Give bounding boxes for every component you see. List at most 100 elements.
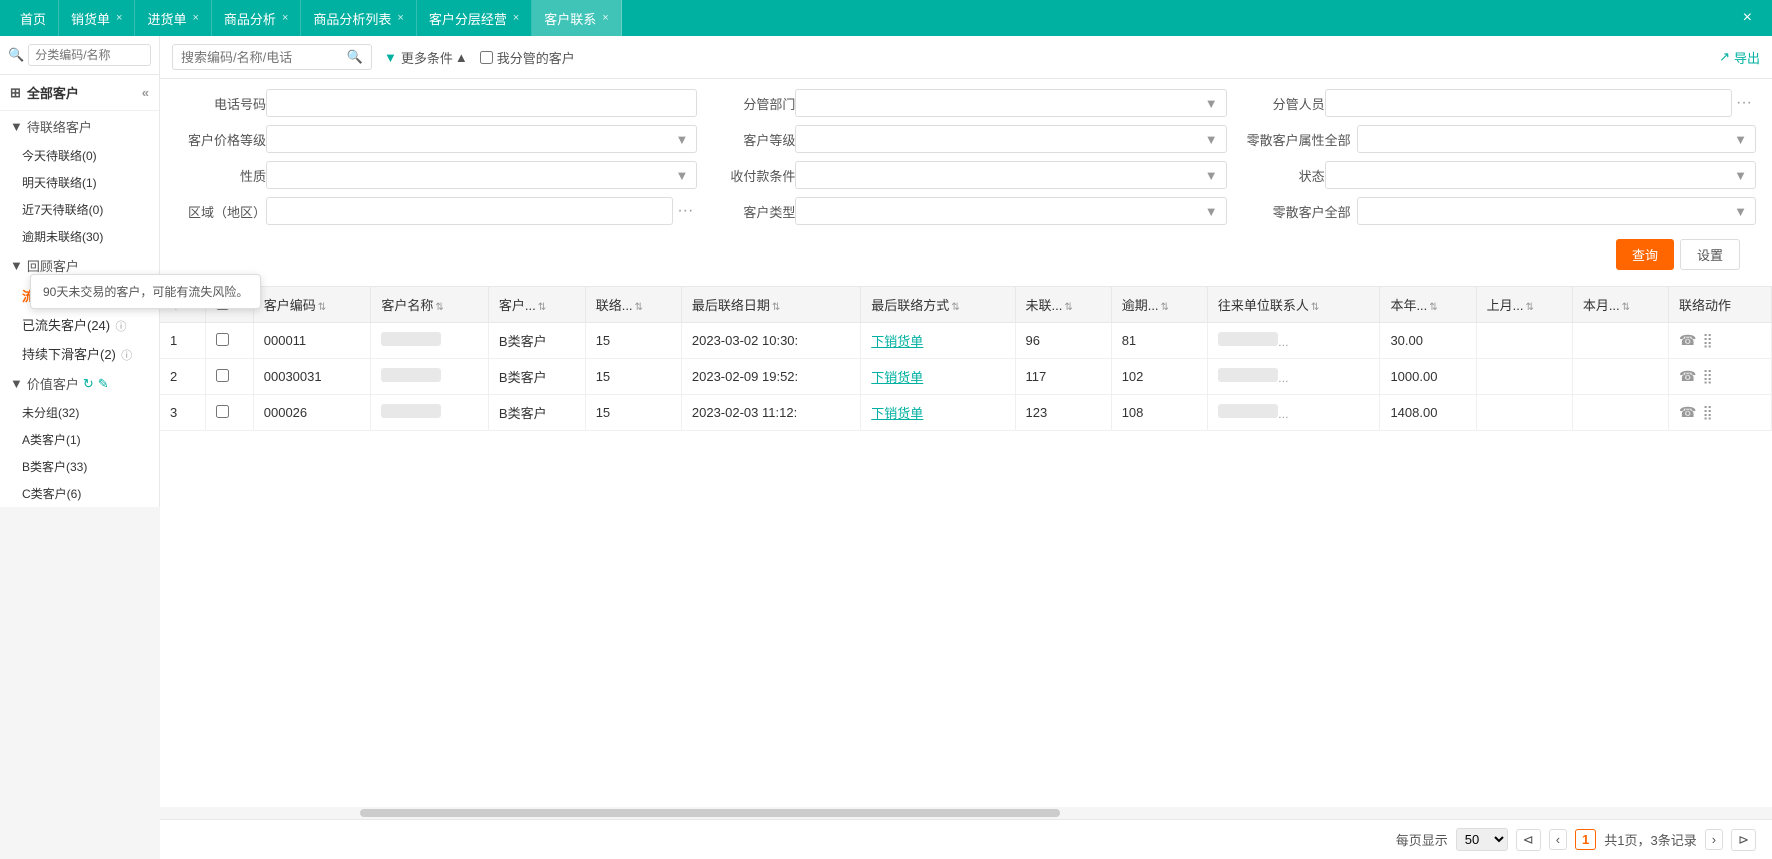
row3-more-action-icon[interactable]: ⣿ bbox=[1702, 404, 1712, 421]
horizontal-scrollbar[interactable] bbox=[160, 807, 1772, 819]
settings-btn[interactable]: 设置 bbox=[1680, 239, 1740, 270]
sort-type-icon: ⇅ bbox=[538, 302, 546, 313]
retail-attr-select[interactable]: ▼ bbox=[1357, 125, 1756, 153]
sidebar-item-a-class[interactable]: A类客户(1) bbox=[0, 426, 159, 453]
row1-method[interactable]: 下销货单 bbox=[861, 323, 1015, 359]
nav-tab-analysis[interactable]: 商品分析 × bbox=[212, 0, 301, 36]
region-more-btn[interactable]: ··· bbox=[673, 202, 697, 220]
edit-icon[interactable]: ✎ bbox=[98, 376, 109, 392]
payment-select[interactable]: ▼ bbox=[795, 161, 1226, 189]
row2-method[interactable]: 下销货单 bbox=[861, 359, 1015, 395]
search-input[interactable] bbox=[181, 50, 343, 65]
col-uncontacted[interactable]: 未联...⇅ bbox=[1015, 287, 1111, 323]
row2-actions-cell: ☎ ⣿ bbox=[1679, 368, 1761, 385]
close-sales-tab[interactable]: × bbox=[116, 12, 122, 24]
page-current: 1 bbox=[1575, 829, 1596, 850]
sidebar-item-overdue-contact[interactable]: 逾期未联络(30) bbox=[0, 223, 159, 250]
phone-input[interactable] bbox=[266, 89, 697, 117]
nav-tab-purchase[interactable]: 进货单 × bbox=[135, 0, 211, 36]
col-this-month[interactable]: 本月...⇅ bbox=[1572, 287, 1668, 323]
customer-type-select[interactable]: ▼ bbox=[795, 197, 1226, 225]
nature-select[interactable]: ▼ bbox=[266, 161, 697, 189]
page-first-btn[interactable]: ⊲ bbox=[1516, 829, 1541, 851]
export-btn[interactable]: ↗ 导出 bbox=[1719, 48, 1760, 67]
row3-method[interactable]: 下销货单 bbox=[861, 395, 1015, 431]
row2-select-checkbox[interactable] bbox=[216, 369, 229, 382]
row3-date: 2023-02-03 11:12: bbox=[681, 395, 860, 431]
sort-code-icon: ⇅ bbox=[318, 302, 326, 313]
sidebar-item-declining[interactable]: 持续下滑客户(2) ⓘ bbox=[0, 339, 159, 368]
section-pending-contact[interactable]: ▼ 待联络客户 bbox=[0, 111, 159, 142]
row1-method-link[interactable]: 下销货单 bbox=[871, 334, 923, 349]
col-last-contact-date[interactable]: 最后联络日期⇅ bbox=[681, 287, 860, 323]
nav-tab-customer-contact[interactable]: 客户联系 × bbox=[532, 0, 621, 36]
filter-icon: ▼ bbox=[384, 50, 397, 65]
nav-tab-customer-layer[interactable]: 客户分层经营 × bbox=[417, 0, 532, 36]
price-level-label: 客户价格等级 bbox=[176, 130, 266, 149]
nav-home[interactable]: 首页 bbox=[8, 0, 59, 36]
filter-col-nature: 性质 ▼ bbox=[176, 161, 697, 189]
refresh-icon[interactable]: ↻ bbox=[83, 376, 94, 392]
col-last-contact-method[interactable]: 最后联络方式⇅ bbox=[861, 287, 1015, 323]
region-select[interactable] bbox=[266, 197, 673, 225]
sidebar-item-week-contact[interactable]: 近7天待联络(0) bbox=[0, 196, 159, 223]
sidebar-item-tomorrow-contact[interactable]: 明天待联络(1) bbox=[0, 169, 159, 196]
person-more-btn[interactable]: ··· bbox=[1732, 94, 1756, 112]
person-select[interactable] bbox=[1325, 89, 1732, 117]
row1-contact-action-icon[interactable]: ☎ bbox=[1679, 332, 1696, 349]
sidebar-item-churned[interactable]: 已流失客户(24) ⓘ bbox=[0, 310, 159, 339]
sidebar-item-today-contact[interactable]: 今天待联络(0) bbox=[0, 142, 159, 169]
sort-method-icon: ⇅ bbox=[951, 302, 959, 313]
scrollbar-thumb[interactable] bbox=[360, 809, 1060, 817]
more-filter-btn[interactable]: ▼ 更多条件 ▲ bbox=[384, 48, 468, 67]
my-customers-checkbox[interactable] bbox=[480, 51, 493, 64]
arrow-down-icon: ▼ bbox=[10, 119, 23, 134]
sidebar-item-ungrouped[interactable]: 未分组(32) bbox=[0, 399, 159, 426]
query-btn[interactable]: 查询 bbox=[1616, 239, 1674, 270]
sidebar-all-customers[interactable]: ⊞ 全部客户 « bbox=[0, 75, 159, 111]
row2-more-action-icon[interactable]: ⣿ bbox=[1702, 368, 1712, 385]
dept-select[interactable]: ▼ bbox=[795, 89, 1226, 117]
page-last-btn[interactable]: ⊳ bbox=[1731, 829, 1756, 851]
collapse-icon[interactable]: « bbox=[142, 85, 149, 100]
customer-level-select[interactable]: ▼ bbox=[795, 125, 1226, 153]
nav-tab-analysis-list[interactable]: 商品分析列表 × bbox=[301, 0, 416, 36]
status-select[interactable]: ▼ bbox=[1325, 161, 1756, 189]
col-customer-code[interactable]: 客户编码⇅ bbox=[253, 287, 371, 323]
arrow-down-icon3: ▼ bbox=[10, 376, 23, 391]
per-page-select[interactable]: 50 20 100 bbox=[1456, 828, 1508, 851]
close-analysis-list-tab[interactable]: × bbox=[397, 12, 403, 24]
col-customer-type[interactable]: 客户...⇅ bbox=[488, 287, 585, 323]
table-row: 2 00030031 B类客户 15 2023-02-09 19:52: 下销货… bbox=[160, 359, 1772, 395]
col-contact[interactable]: 联络...⇅ bbox=[585, 287, 681, 323]
col-last-month[interactable]: 上月...⇅ bbox=[1476, 287, 1572, 323]
row3-method-link[interactable]: 下销货单 bbox=[871, 406, 923, 421]
grid-icon: ⊞ bbox=[10, 85, 21, 101]
close-customer-contact-tab[interactable]: × bbox=[602, 12, 608, 24]
sidebar-item-b-class[interactable]: B类客户(33) bbox=[0, 453, 159, 480]
row3-select-checkbox[interactable] bbox=[216, 405, 229, 418]
section-value-customers[interactable]: ▼ 价值客户 ↻ ✎ bbox=[0, 368, 159, 399]
page-next-btn[interactable]: › bbox=[1705, 829, 1723, 850]
col-contact-person[interactable]: 往来单位联系人⇅ bbox=[1207, 287, 1380, 323]
sidebar-item-c-class[interactable]: C类客户(6) bbox=[0, 480, 159, 507]
close-customer-layer-tab[interactable]: × bbox=[513, 12, 519, 24]
sidebar-search-input[interactable] bbox=[28, 44, 151, 66]
col-overdue[interactable]: 逾期...⇅ bbox=[1111, 287, 1207, 323]
price-level-select[interactable]: ▼ bbox=[266, 125, 697, 153]
nav-tab-sales[interactable]: 销货单 × bbox=[59, 0, 135, 36]
col-customer-name[interactable]: 客户名称⇅ bbox=[371, 287, 489, 323]
status-label: 状态 bbox=[1235, 166, 1325, 185]
close-purchase-tab[interactable]: × bbox=[192, 12, 198, 24]
row1-select-checkbox[interactable] bbox=[216, 333, 229, 346]
close-all-btn[interactable]: × bbox=[1731, 9, 1764, 27]
retail-customer-select[interactable]: ▼ bbox=[1357, 197, 1756, 225]
search-button-icon[interactable]: 🔍 bbox=[347, 49, 363, 65]
row2-method-link[interactable]: 下销货单 bbox=[871, 370, 923, 385]
row3-contact-action-icon[interactable]: ☎ bbox=[1679, 404, 1696, 421]
row1-more-action-icon[interactable]: ⣿ bbox=[1702, 332, 1712, 349]
close-analysis-tab[interactable]: × bbox=[282, 12, 288, 24]
row2-contact-action-icon[interactable]: ☎ bbox=[1679, 368, 1696, 385]
page-prev-btn[interactable]: ‹ bbox=[1549, 829, 1567, 850]
col-this-year[interactable]: 本年...⇅ bbox=[1380, 287, 1476, 323]
